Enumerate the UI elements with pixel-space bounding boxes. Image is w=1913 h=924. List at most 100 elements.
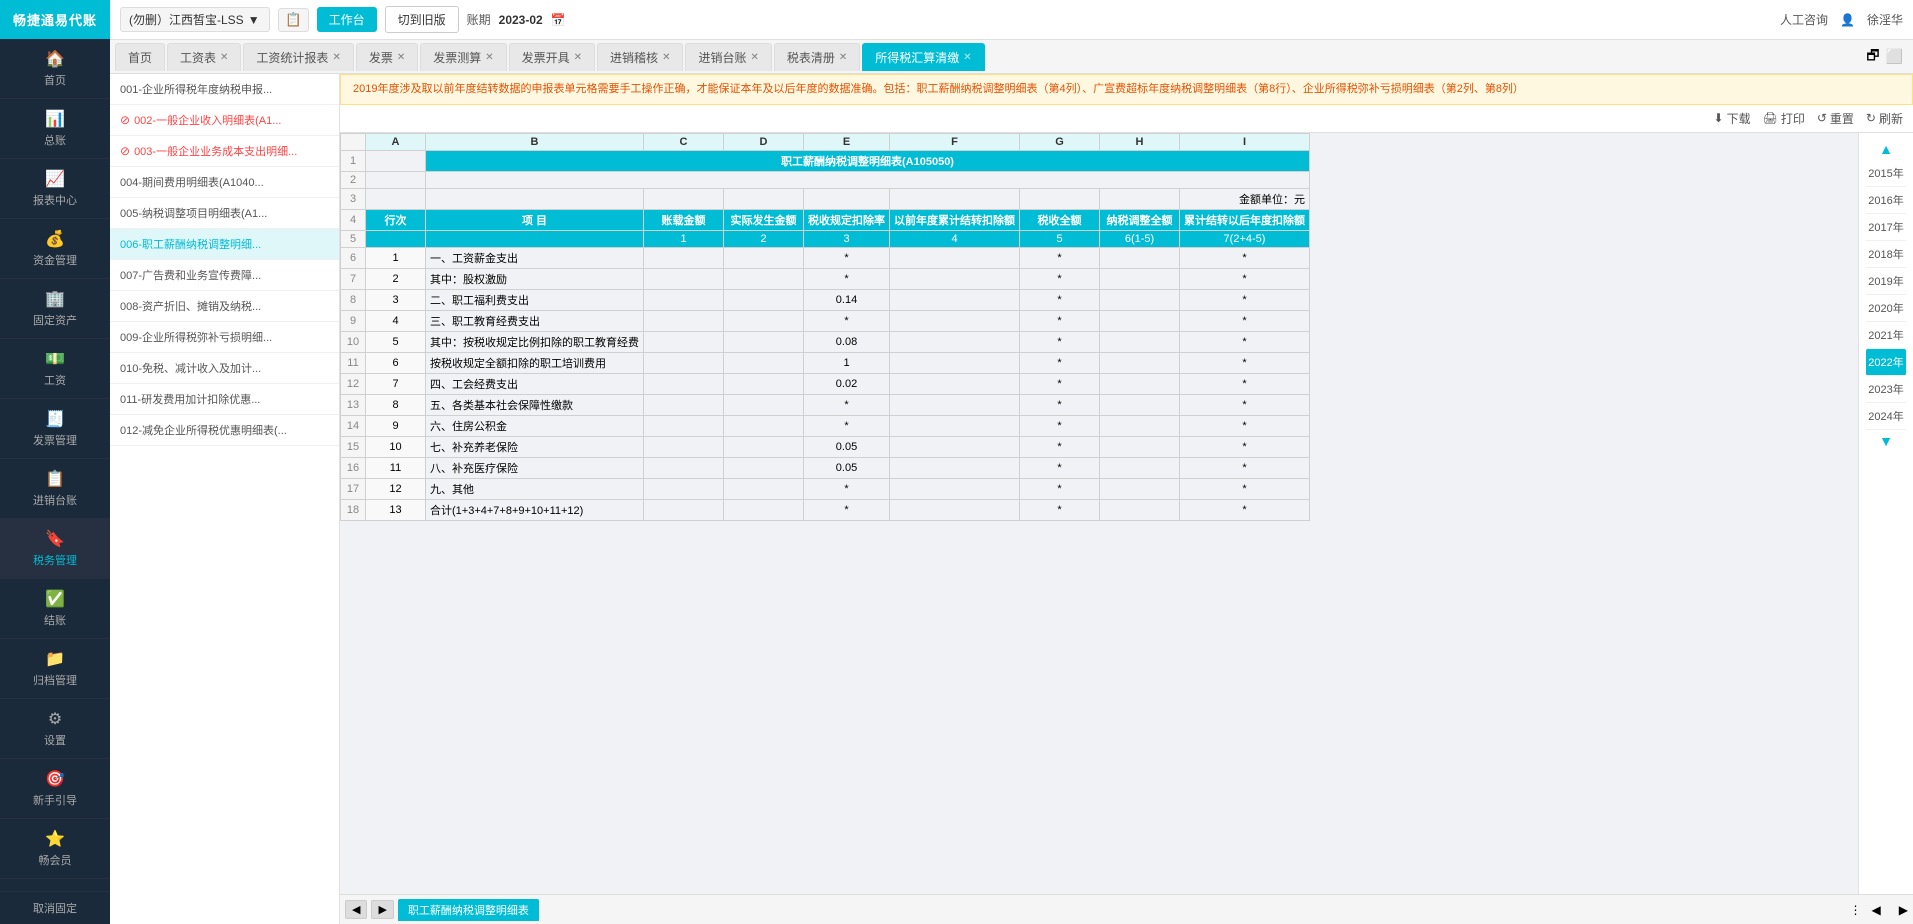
cell-g[interactable]: * xyxy=(1020,478,1100,499)
row-label[interactable]: 九、其他 xyxy=(426,478,644,499)
cell-i[interactable]: * xyxy=(1180,436,1310,457)
year-item[interactable]: 2018年 xyxy=(1866,241,1905,268)
cell-e[interactable]: * xyxy=(804,394,890,415)
sidebar-item-home[interactable]: 🏠 首页 xyxy=(0,39,110,99)
cell-h[interactable] xyxy=(1100,436,1180,457)
cell-e[interactable]: 0.05 xyxy=(804,457,890,478)
cell-f[interactable] xyxy=(890,289,1020,310)
cell-f[interactable] xyxy=(890,457,1020,478)
tab-tax-register[interactable]: 税表清册 ✕ xyxy=(774,43,860,71)
cell-f[interactable] xyxy=(890,268,1020,289)
sidebar-item-ledger[interactable]: 📊 总账 xyxy=(0,99,110,159)
print-btn[interactable]: 🖨 打印 xyxy=(1763,110,1805,127)
cell-h[interactable] xyxy=(1100,373,1180,394)
cell-h[interactable] xyxy=(1100,247,1180,268)
tab-audit-close[interactable]: ✕ xyxy=(662,52,670,63)
cell-e[interactable]: 0.08 xyxy=(804,331,890,352)
sidebar-item-tax[interactable]: 🔖 税务管理 xyxy=(0,519,110,579)
row-label[interactable]: 四、工会经费支出 xyxy=(426,373,644,394)
cell-h[interactable] xyxy=(1100,478,1180,499)
cell-i[interactable]: * xyxy=(1180,394,1310,415)
cell-d[interactable] xyxy=(724,289,804,310)
cell-g[interactable]: * xyxy=(1020,289,1100,310)
sidebar-item-invoice[interactable]: 🧾 发票管理 xyxy=(0,399,110,459)
cell-d[interactable] xyxy=(724,268,804,289)
cell-i[interactable]: * xyxy=(1180,310,1310,331)
cell-i[interactable]: * xyxy=(1180,415,1310,436)
list-item-012[interactable]: 012-减免企业所得税优惠明细表(... xyxy=(110,415,339,446)
download-btn[interactable]: ⬇ 下载 xyxy=(1714,110,1751,127)
copy-icon[interactable]: 📋 xyxy=(278,8,309,32)
cell-h[interactable] xyxy=(1100,457,1180,478)
list-item-002[interactable]: ⊘ 002-一般企业收入明细表(A1... xyxy=(110,105,339,136)
cell-d[interactable] xyxy=(724,499,804,520)
row-label[interactable]: 六、住房公积金 xyxy=(426,415,644,436)
cell-d[interactable] xyxy=(724,394,804,415)
tab-sales-ledger[interactable]: 进销台账 ✕ xyxy=(685,43,771,71)
tab-invoice[interactable]: 发票 ✕ xyxy=(356,43,418,71)
year-item[interactable]: 2020年 xyxy=(1866,295,1905,322)
cell-i[interactable]: * xyxy=(1180,352,1310,373)
sidebar-item-reports[interactable]: 📈 报表中心 xyxy=(0,159,110,219)
year-item[interactable]: 2023年 xyxy=(1866,376,1905,403)
cell-i[interactable]: * xyxy=(1180,247,1310,268)
tab-sales-ledger-close[interactable]: ✕ xyxy=(750,52,758,63)
cell-c[interactable] xyxy=(644,289,724,310)
cell-f[interactable] xyxy=(890,436,1020,457)
cell-d[interactable] xyxy=(724,436,804,457)
bottom-tab-active[interactable]: 职工薪酬纳税调整明细表 xyxy=(398,899,539,921)
row-label[interactable]: 七、补充养老保险 xyxy=(426,436,644,457)
row-label[interactable]: 合计(1+3+4+7+8+9+10+11+12) xyxy=(426,499,644,520)
cell-g[interactable]: * xyxy=(1020,457,1100,478)
cell-e[interactable]: * xyxy=(804,310,890,331)
cell-g[interactable]: * xyxy=(1020,331,1100,352)
list-item-007[interactable]: 007-广告费和业务宣传费障... xyxy=(110,260,339,291)
cell-c[interactable] xyxy=(644,373,724,394)
cell-i[interactable]: * xyxy=(1180,457,1310,478)
cell-i[interactable]: * xyxy=(1180,478,1310,499)
row-label[interactable]: 一、工资薪金支出 xyxy=(426,247,644,268)
cell-f[interactable] xyxy=(890,499,1020,520)
prev-sheet-btn[interactable]: ◀ xyxy=(345,900,367,919)
sidebar-item-guide[interactable]: 🎯 新手引导 xyxy=(0,759,110,819)
cell-i[interactable]: * xyxy=(1180,373,1310,394)
switch-old-btn[interactable]: 切到旧版 xyxy=(385,6,459,33)
cell-f[interactable] xyxy=(890,331,1020,352)
scroll-right-btn[interactable]: ▶ xyxy=(1899,903,1908,917)
cell-h[interactable] xyxy=(1100,331,1180,352)
cell-d[interactable] xyxy=(724,247,804,268)
cell-c[interactable] xyxy=(644,457,724,478)
cell-e[interactable]: 1 xyxy=(804,352,890,373)
cell-h[interactable] xyxy=(1100,415,1180,436)
cell-f[interactable] xyxy=(890,394,1020,415)
cell-h[interactable] xyxy=(1100,310,1180,331)
cell-h[interactable] xyxy=(1100,289,1180,310)
cell-h[interactable] xyxy=(1100,499,1180,520)
cell-c[interactable] xyxy=(644,394,724,415)
cell-f[interactable] xyxy=(890,415,1020,436)
sheet-scroll[interactable]: A B C D E F G H I xyxy=(340,133,1858,895)
tab-invoice-issue-close[interactable]: ✕ xyxy=(574,52,582,63)
tab-invoice-calc[interactable]: 发票测算 ✕ xyxy=(420,43,506,71)
tab-tax-settlement-close[interactable]: ✕ xyxy=(963,52,971,63)
tab-tax-register-close[interactable]: ✕ xyxy=(839,52,847,63)
tab-salary[interactable]: 工资表 ✕ xyxy=(167,43,241,71)
sheet-menu-icon[interactable]: ⋮ xyxy=(1844,903,1868,917)
cell-i[interactable]: * xyxy=(1180,499,1310,520)
cell-d[interactable] xyxy=(724,352,804,373)
sidebar-item-salary[interactable]: 💵 工资 xyxy=(0,339,110,399)
year-item[interactable]: 2019年 xyxy=(1866,268,1905,295)
cell-g[interactable]: * xyxy=(1020,268,1100,289)
cell-d[interactable] xyxy=(724,373,804,394)
row-label[interactable]: 二、职工福利费支出 xyxy=(426,289,644,310)
year-item[interactable]: 2017年 xyxy=(1866,214,1905,241)
cell-g[interactable]: * xyxy=(1020,247,1100,268)
cell-f[interactable] xyxy=(890,352,1020,373)
cell-e[interactable]: * xyxy=(804,247,890,268)
cell-c[interactable] xyxy=(644,352,724,373)
list-item-009[interactable]: 009-企业所得税弥补亏损明细... xyxy=(110,322,339,353)
cell-f[interactable] xyxy=(890,478,1020,499)
cell-d[interactable] xyxy=(724,331,804,352)
reset-btn[interactable]: ↺ 重置 xyxy=(1817,110,1854,127)
list-item-003[interactable]: ⊘ 003-一般企业业务成本支出明细... xyxy=(110,136,339,167)
